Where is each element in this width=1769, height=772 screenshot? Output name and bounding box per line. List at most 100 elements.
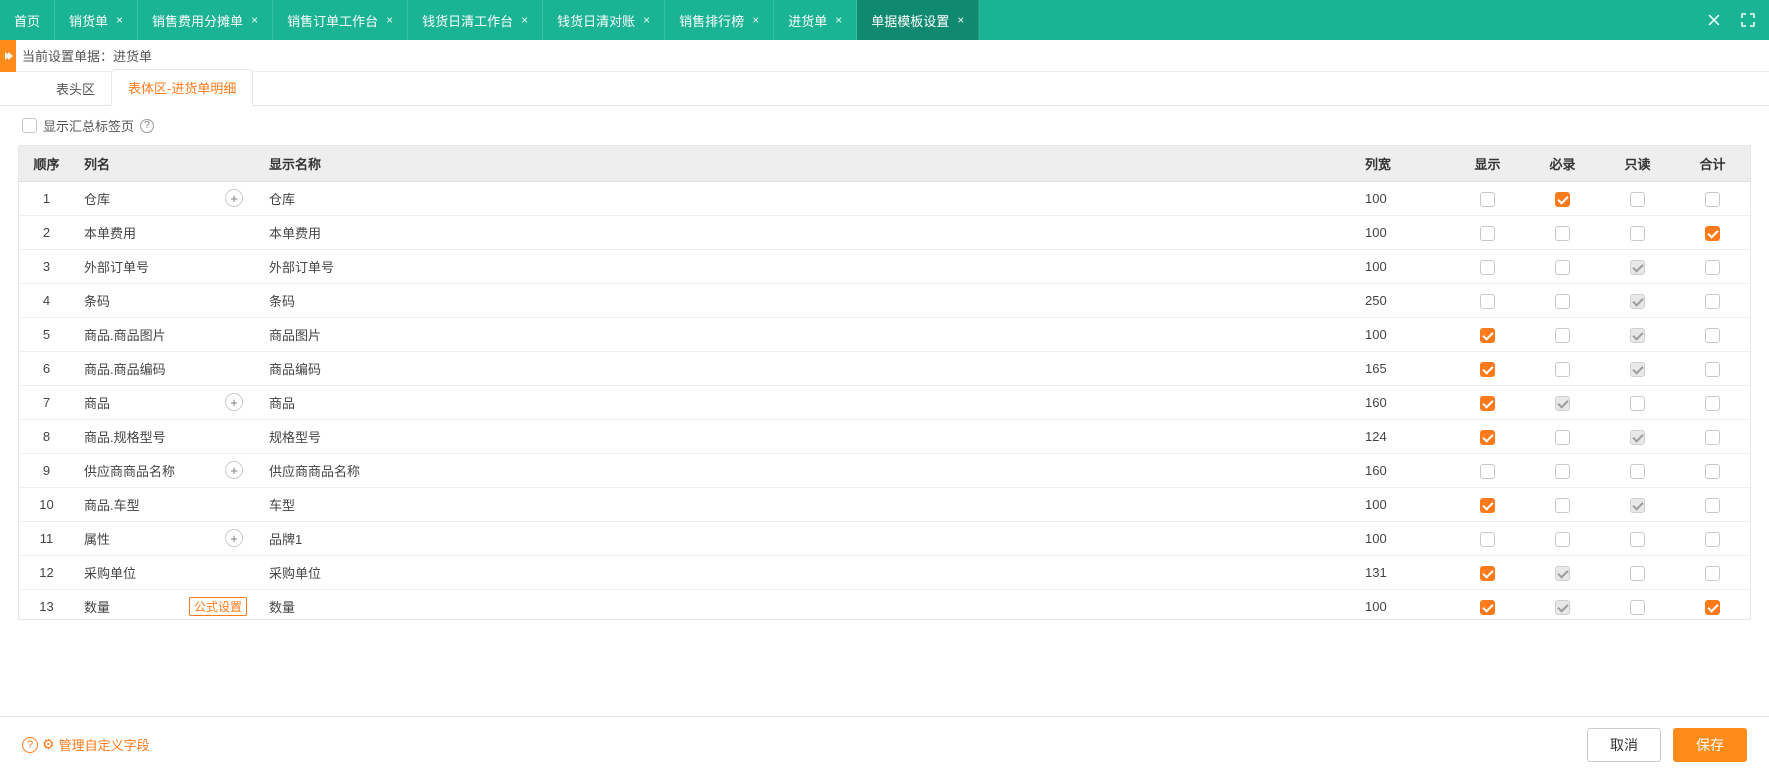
- inner-tab[interactable]: 表头区: [40, 71, 111, 106]
- required-checkbox[interactable]: [1555, 532, 1570, 547]
- readonly-checkbox[interactable]: [1630, 532, 1645, 547]
- add-sub-column-icon[interactable]: +: [225, 529, 243, 547]
- show-checkbox[interactable]: [1480, 566, 1495, 581]
- help-icon[interactable]: ?: [140, 119, 154, 133]
- table-row[interactable]: 10商品.车型车型100: [19, 488, 1750, 522]
- cell-width[interactable]: 124: [1355, 420, 1450, 454]
- show-checkbox[interactable]: [1480, 430, 1495, 445]
- total-checkbox[interactable]: [1705, 430, 1720, 445]
- close-icon[interactable]: ×: [957, 13, 964, 27]
- table-row[interactable]: 8商品.规格型号规格型号124: [19, 420, 1750, 454]
- total-checkbox[interactable]: [1705, 192, 1720, 207]
- total-checkbox[interactable]: [1705, 328, 1720, 343]
- cell-display[interactable]: 商品编码: [259, 352, 1355, 386]
- table-row[interactable]: 1仓库+仓库100: [19, 182, 1750, 216]
- show-checkbox[interactable]: [1480, 600, 1495, 615]
- table-row[interactable]: 5商品.商品图片商品图片100: [19, 318, 1750, 352]
- save-button[interactable]: 保存: [1673, 728, 1747, 762]
- cell-width[interactable]: 100: [1355, 590, 1450, 620]
- required-checkbox[interactable]: [1555, 362, 1570, 377]
- top-tab[interactable]: 销售费用分摊单×: [138, 0, 273, 40]
- show-checkbox[interactable]: [1480, 192, 1495, 207]
- top-tab[interactable]: 进货单×: [774, 0, 857, 40]
- required-checkbox[interactable]: [1555, 498, 1570, 513]
- close-icon[interactable]: ×: [521, 13, 528, 27]
- readonly-checkbox[interactable]: [1630, 396, 1645, 411]
- top-tab[interactable]: 销售订单工作台×: [273, 0, 408, 40]
- show-checkbox[interactable]: [1480, 294, 1495, 309]
- cell-width[interactable]: 100: [1355, 182, 1450, 216]
- top-tab[interactable]: 首页: [0, 0, 55, 40]
- required-checkbox[interactable]: [1555, 294, 1570, 309]
- cell-display[interactable]: 外部订单号: [259, 250, 1355, 284]
- show-checkbox[interactable]: [1480, 328, 1495, 343]
- close-icon[interactable]: ×: [643, 13, 650, 27]
- add-sub-column-icon[interactable]: +: [225, 393, 243, 411]
- total-checkbox[interactable]: [1705, 260, 1720, 275]
- add-sub-column-icon[interactable]: +: [225, 189, 243, 207]
- cell-display[interactable]: 商品图片: [259, 318, 1355, 352]
- close-all-icon[interactable]: [1699, 5, 1729, 35]
- cell-display[interactable]: 采购单位: [259, 556, 1355, 590]
- table-row[interactable]: 7商品+商品160: [19, 386, 1750, 420]
- close-icon[interactable]: ×: [116, 13, 123, 27]
- fullscreen-icon[interactable]: [1733, 5, 1763, 35]
- formula-settings-button[interactable]: 公式设置: [189, 597, 247, 616]
- top-tab[interactable]: 钱货日清对账×: [543, 0, 665, 40]
- readonly-checkbox[interactable]: [1630, 464, 1645, 479]
- inner-tab[interactable]: 表体区-进货单明细: [111, 69, 253, 106]
- cell-display[interactable]: 规格型号: [259, 420, 1355, 454]
- table-row[interactable]: 13数量公式设置数量100: [19, 590, 1750, 620]
- required-checkbox[interactable]: [1555, 464, 1570, 479]
- show-checkbox[interactable]: [1480, 226, 1495, 241]
- total-checkbox[interactable]: [1705, 226, 1720, 241]
- readonly-checkbox[interactable]: [1630, 226, 1645, 241]
- show-checkbox[interactable]: [1480, 532, 1495, 547]
- columns-table-scroll[interactable]: 顺序 列名 显示名称 列宽 显示 必录 只读 合计 1仓库+仓库1002本单费用…: [19, 146, 1750, 619]
- show-checkbox[interactable]: [1480, 464, 1495, 479]
- total-checkbox[interactable]: [1705, 464, 1720, 479]
- required-checkbox[interactable]: [1555, 430, 1570, 445]
- top-tab[interactable]: 单据模板设置×: [857, 0, 979, 40]
- total-checkbox[interactable]: [1705, 600, 1720, 615]
- required-checkbox[interactable]: [1555, 260, 1570, 275]
- top-tab[interactable]: 钱货日清工作台×: [408, 0, 543, 40]
- cell-display[interactable]: 车型: [259, 488, 1355, 522]
- cell-display[interactable]: 供应商商品名称: [259, 454, 1355, 488]
- cell-width[interactable]: 250: [1355, 284, 1450, 318]
- cell-width[interactable]: 100: [1355, 216, 1450, 250]
- readonly-checkbox[interactable]: [1630, 192, 1645, 207]
- top-tab[interactable]: 销售排行榜×: [665, 0, 774, 40]
- total-checkbox[interactable]: [1705, 294, 1720, 309]
- readonly-checkbox[interactable]: [1630, 600, 1645, 615]
- table-row[interactable]: 4条码条码250: [19, 284, 1750, 318]
- table-row[interactable]: 12采购单位采购单位131: [19, 556, 1750, 590]
- close-icon[interactable]: ×: [386, 13, 393, 27]
- readonly-checkbox[interactable]: [1630, 566, 1645, 581]
- cell-display[interactable]: 数量: [259, 590, 1355, 620]
- table-row[interactable]: 11属性+品牌1100: [19, 522, 1750, 556]
- cell-width[interactable]: 100: [1355, 522, 1450, 556]
- cell-width[interactable]: 160: [1355, 386, 1450, 420]
- show-checkbox[interactable]: [1480, 396, 1495, 411]
- show-checkbox[interactable]: [1480, 362, 1495, 377]
- table-row[interactable]: 2本单费用本单费用100: [19, 216, 1750, 250]
- footer-help-icon[interactable]: ?: [22, 737, 38, 753]
- manage-custom-fields-link[interactable]: 管理自定义字段: [59, 735, 150, 754]
- total-checkbox[interactable]: [1705, 532, 1720, 547]
- show-summary-checkbox[interactable]: [22, 118, 37, 133]
- cell-width[interactable]: 131: [1355, 556, 1450, 590]
- total-checkbox[interactable]: [1705, 498, 1720, 513]
- table-row[interactable]: 6商品.商品编码商品编码165: [19, 352, 1750, 386]
- cell-width[interactable]: 100: [1355, 250, 1450, 284]
- close-icon[interactable]: ×: [251, 13, 258, 27]
- cell-display[interactable]: 商品: [259, 386, 1355, 420]
- total-checkbox[interactable]: [1705, 362, 1720, 377]
- cell-display[interactable]: 仓库: [259, 182, 1355, 216]
- table-row[interactable]: 3外部订单号外部订单号100: [19, 250, 1750, 284]
- required-checkbox[interactable]: [1555, 192, 1570, 207]
- add-sub-column-icon[interactable]: +: [225, 461, 243, 479]
- expand-chevron-icon[interactable]: [0, 40, 16, 72]
- total-checkbox[interactable]: [1705, 566, 1720, 581]
- cell-width[interactable]: 165: [1355, 352, 1450, 386]
